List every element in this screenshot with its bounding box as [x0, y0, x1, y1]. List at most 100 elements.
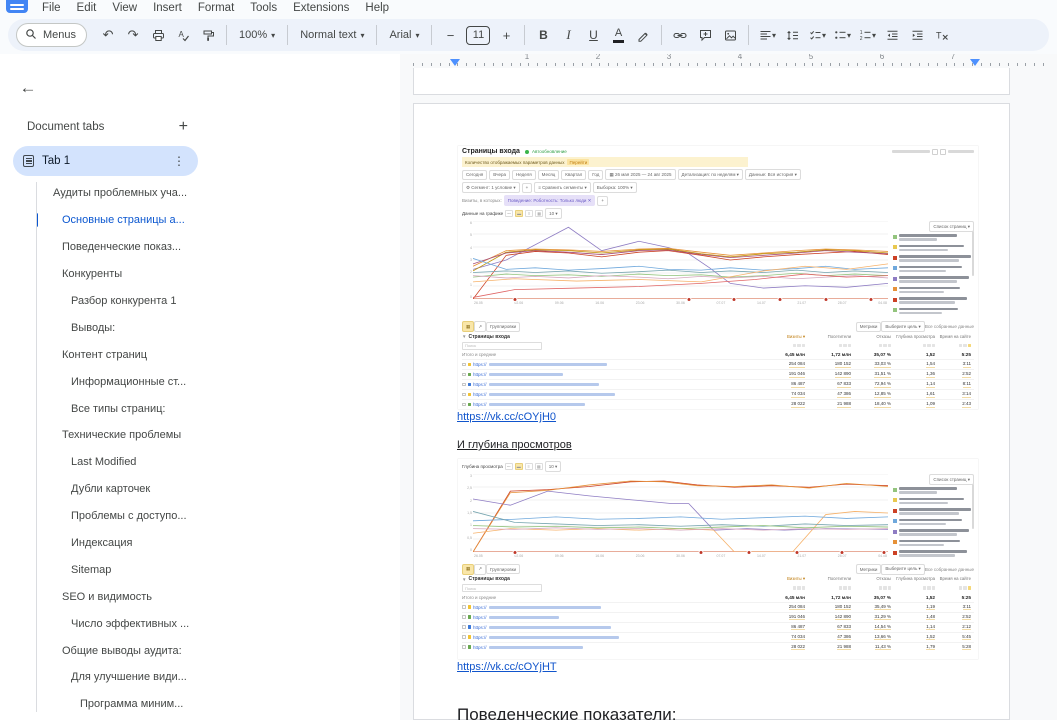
m1-row-url: https:// [473, 382, 487, 387]
sidebar-item-16[interactable]: Число эффективных ... [37, 610, 390, 637]
menu-help[interactable]: Help [357, 0, 397, 16]
sidebar-item-17[interactable]: Общие выводы аудита: [37, 637, 390, 664]
ruler-tick [1007, 63, 1009, 66]
sidebar-item-3[interactable]: Конкуренты [37, 261, 390, 288]
doc-link-2[interactable]: https://vk.cc/cOYjHT [457, 661, 557, 673]
sidebar-item-15[interactable]: SEO и видимость [37, 583, 390, 610]
ruler-tick [1034, 63, 1036, 66]
bold-button[interactable]: B [531, 23, 555, 47]
m2-line-chart [473, 474, 888, 555]
align-button[interactable]: ▾ [755, 23, 779, 47]
sidebar-item-18[interactable]: Для улучшение види... [37, 664, 390, 691]
spellcheck-button[interactable]: A [171, 23, 195, 47]
zoom-select[interactable]: 100% ▾ [233, 23, 281, 47]
menu-format[interactable]: Format [190, 0, 242, 16]
m1-total-value: 5:25 [961, 352, 971, 357]
ruler-tick [776, 63, 778, 66]
ruler-tick [785, 63, 787, 66]
m2-row-value: 5:28 [962, 643, 971, 651]
font-select[interactable]: Arial ▾ [383, 23, 425, 47]
ruler-right-indent-marker[interactable] [970, 59, 980, 66]
insert-image-button[interactable] [718, 23, 742, 47]
print-button[interactable] [146, 23, 170, 47]
bulleted-list-button[interactable]: ▾ [830, 23, 854, 47]
ruler[interactable]: 1234567 [400, 52, 1057, 68]
sidebar-item-9[interactable]: Технические проблемы [37, 422, 390, 449]
menu-insert[interactable]: Insert [145, 0, 190, 16]
doc-link-1[interactable]: https://vk.cc/cOYjH0 [457, 411, 556, 423]
m2-y-axis: 3 2,5 2 1,5 1 0,5 0 [467, 474, 472, 552]
m1-table-row: https:// 86 487 67 833 72,94 % 1,14 8:11 [462, 379, 974, 389]
text-color-button[interactable]: A [606, 23, 630, 47]
sidebar-item-13[interactable]: Индексация [37, 530, 390, 557]
menu-tools[interactable]: Tools [242, 0, 285, 16]
back-arrow-button[interactable]: ← [16, 76, 40, 100]
ruler-tick [981, 63, 982, 66]
metrica-screenshot-entry-pages[interactable]: Страницы входа Автообновление Количество о… [458, 146, 978, 409]
menu-edit[interactable]: Edit [69, 0, 105, 16]
m1-row-value: 3:14 [962, 391, 971, 398]
sidebar-item-14[interactable]: Sitemap [37, 556, 390, 583]
m1-chart-type-1: ▬ [515, 210, 524, 217]
ruler-tick [759, 63, 761, 66]
tab-options-icon[interactable]: ⋮ [170, 154, 188, 168]
metrica-screenshot-view-depth[interactable]: Глубина просмотра 〜 ▬ ≡ ▦ 10 ▾ 3 2,5 2 1,5 1 0,5 0 26… [458, 459, 978, 659]
sidebar-item-12[interactable]: Проблемы с доступо... [37, 503, 390, 530]
redo-button[interactable]: ↷ [121, 23, 145, 47]
sidebar-item-4[interactable]: Разбор конкурента 1 [37, 288, 390, 315]
sidebar-item-5[interactable]: Выводы: [37, 314, 390, 341]
clear-formatting-button[interactable]: T [930, 23, 954, 47]
undo-button[interactable]: ↶ [96, 23, 120, 47]
m2-row-value: 14,54 % [874, 623, 891, 631]
decrease-font-size-button[interactable]: − [438, 23, 462, 47]
m1-sort-icons [894, 343, 935, 347]
sidebar-item-11[interactable]: Дубли карточек [37, 476, 390, 503]
m2-row-value: 180 152 [834, 603, 851, 611]
m2-groupings-chip: Группировки [486, 564, 521, 574]
docs-logo-icon[interactable] [6, 0, 28, 13]
m1-column-header: Посетители [827, 333, 851, 339]
sidebar-item-7[interactable]: Информационные ст... [37, 368, 390, 395]
checklist-button[interactable]: ▾ [805, 23, 829, 47]
sidebar-item-6[interactable]: Контент страниц [37, 341, 390, 368]
sidebar-item-19[interactable]: Программа миним... [37, 691, 390, 718]
increase-indent-button[interactable] [905, 23, 929, 47]
ruler-tick [581, 63, 583, 66]
menu-extensions[interactable]: Extensions [285, 0, 357, 16]
m2-sort-icons [938, 586, 971, 590]
menu-file[interactable]: File [34, 0, 69, 16]
increase-font-size-button[interactable]: + [494, 23, 518, 47]
add-tab-button[interactable]: + [175, 118, 192, 136]
m2-total-value: 35,07 % [873, 594, 891, 600]
ruler-tick [954, 63, 956, 66]
sidebar-item-0[interactable]: Аудиты проблемных уча... [37, 180, 390, 207]
sidebar-item-8[interactable]: Все типы страниц: [37, 395, 390, 422]
insert-link-button[interactable] [668, 23, 692, 47]
tab-1[interactable]: Tab 1 ⋮ [13, 146, 198, 176]
m2-search-input[interactable]: Поиск [462, 584, 542, 592]
paint-format-button[interactable] [196, 23, 220, 47]
line-spacing-button[interactable] [780, 23, 804, 47]
underline-button[interactable]: U [581, 23, 605, 47]
font-size-field[interactable]: 11 [466, 25, 491, 45]
insert-comment-button[interactable] [693, 23, 717, 47]
highlight-color-button[interactable] [631, 23, 655, 47]
m1-row-checkbox [462, 362, 466, 367]
m1-search-input[interactable]: Поиск [462, 341, 542, 350]
italic-button[interactable]: I [556, 23, 580, 47]
sidebar-item-10[interactable]: Last Modified [37, 449, 390, 476]
decrease-indent-button[interactable] [880, 23, 904, 47]
m2-row-value: 191 046 [788, 613, 805, 621]
m2-row-url: https:// [473, 614, 487, 620]
sidebar-item-1[interactable]: Основные страницы а... [37, 207, 390, 234]
menu-view[interactable]: View [104, 0, 145, 16]
numbered-list-button[interactable]: 1 2 ▾ [855, 23, 879, 47]
m2-metrics-chip: Метрики [855, 564, 882, 574]
menus-search[interactable]: Menus [16, 23, 88, 47]
ruler-left-indent-marker[interactable] [450, 59, 460, 66]
m2-row-value: 28 022 [791, 643, 805, 651]
m2-row-value: 5:45 [962, 633, 971, 641]
sidebar-item-2[interactable]: Поведенческие показ... [37, 234, 390, 261]
m1-row-value: 33,03 % [874, 361, 891, 368]
paragraph-style-select[interactable]: Normal text ▾ [294, 23, 370, 47]
